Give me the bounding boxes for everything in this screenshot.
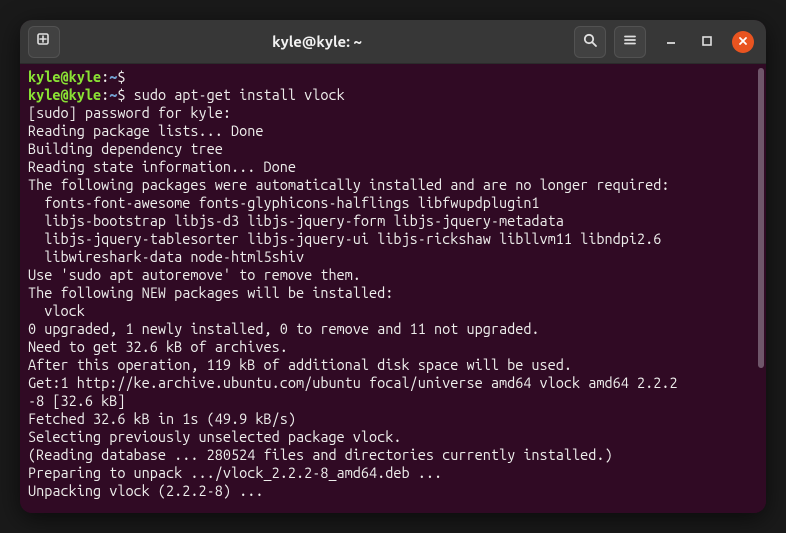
command-1 — [125, 68, 133, 85]
close-button[interactable] — [732, 31, 754, 53]
scrollbar[interactable] — [756, 64, 766, 513]
prompt-at: @ — [60, 86, 68, 103]
out-line: 0 upgraded, 1 newly installed, 0 to remo… — [28, 320, 540, 337]
out-line: The following packages were automaticall… — [28, 176, 669, 193]
out-line: -8 [32.6 kB] — [28, 392, 125, 409]
out-line: vlock — [28, 302, 85, 319]
window-controls — [660, 31, 754, 53]
out-line: (Reading database ... 280524 files and d… — [28, 446, 613, 463]
prompt-at: @ — [60, 68, 68, 85]
hamburger-icon — [622, 32, 638, 52]
search-button[interactable] — [574, 26, 606, 58]
prompt-user: kyle — [28, 68, 60, 85]
out-line: Need to get 32.6 kB of archives. — [28, 338, 288, 355]
out-line: The following NEW packages will be insta… — [28, 284, 393, 301]
terminal-area: kyle@kyle:~$ kyle@kyle:~$ sudo apt-get i… — [20, 64, 766, 513]
prompt-colon: : — [101, 68, 109, 85]
menu-button[interactable] — [614, 26, 646, 58]
out-line: After this operation, 119 kB of addition… — [28, 356, 572, 373]
out-line: Preparing to unpack .../vlock_2.2.2-8_am… — [28, 464, 442, 481]
prompt-host: kyle — [69, 68, 101, 85]
maximize-button[interactable] — [696, 31, 718, 53]
maximize-icon — [701, 33, 713, 51]
new-tab-button[interactable] — [28, 26, 60, 58]
command-2: sudo apt-get install vlock — [125, 86, 344, 103]
prompt-colon: : — [101, 86, 109, 103]
out-line: Reading package lists... Done — [28, 122, 263, 139]
prompt-user: kyle — [28, 86, 60, 103]
out-line: libwireshark-data node-html5shiv — [28, 248, 304, 265]
prompt-host: kyle — [69, 86, 101, 103]
out-line: Selecting previously unselected package … — [28, 428, 402, 445]
close-icon — [737, 33, 749, 51]
minimize-icon — [665, 33, 677, 51]
out-line: Get:1 http://ke.archive.ubuntu.com/ubunt… — [28, 374, 678, 391]
out-line: fonts-font-awesome fonts-glyphicons-half… — [28, 194, 540, 211]
out-line: libjs-jquery-tablesorter libjs-jquery-ui… — [28, 230, 661, 247]
window-title: kyle@kyle: ~ — [68, 33, 566, 50]
terminal-output[interactable]: kyle@kyle:~$ kyle@kyle:~$ sudo apt-get i… — [20, 64, 756, 513]
out-line: libjs-bootstrap libjs-d3 libjs-jquery-fo… — [28, 212, 564, 229]
terminal-window: kyle@kyle: ~ — [20, 20, 766, 513]
titlebar: kyle@kyle: ~ — [20, 20, 766, 64]
out-line: Unpacking vlock (2.2.2-8) ... — [28, 482, 263, 499]
search-icon — [582, 32, 598, 52]
new-tab-icon — [36, 32, 52, 52]
out-line: Use 'sudo apt autoremove' to remove them… — [28, 266, 361, 283]
scrollbar-thumb[interactable] — [758, 68, 764, 368]
out-line: Reading state information... Done — [28, 158, 296, 175]
out-line: [sudo] password for kyle: — [28, 104, 239, 121]
minimize-button[interactable] — [660, 31, 682, 53]
out-line: Fetched 32.6 kB in 1s (49.9 kB/s) — [28, 410, 296, 427]
out-line: Building dependency tree — [28, 140, 280, 157]
